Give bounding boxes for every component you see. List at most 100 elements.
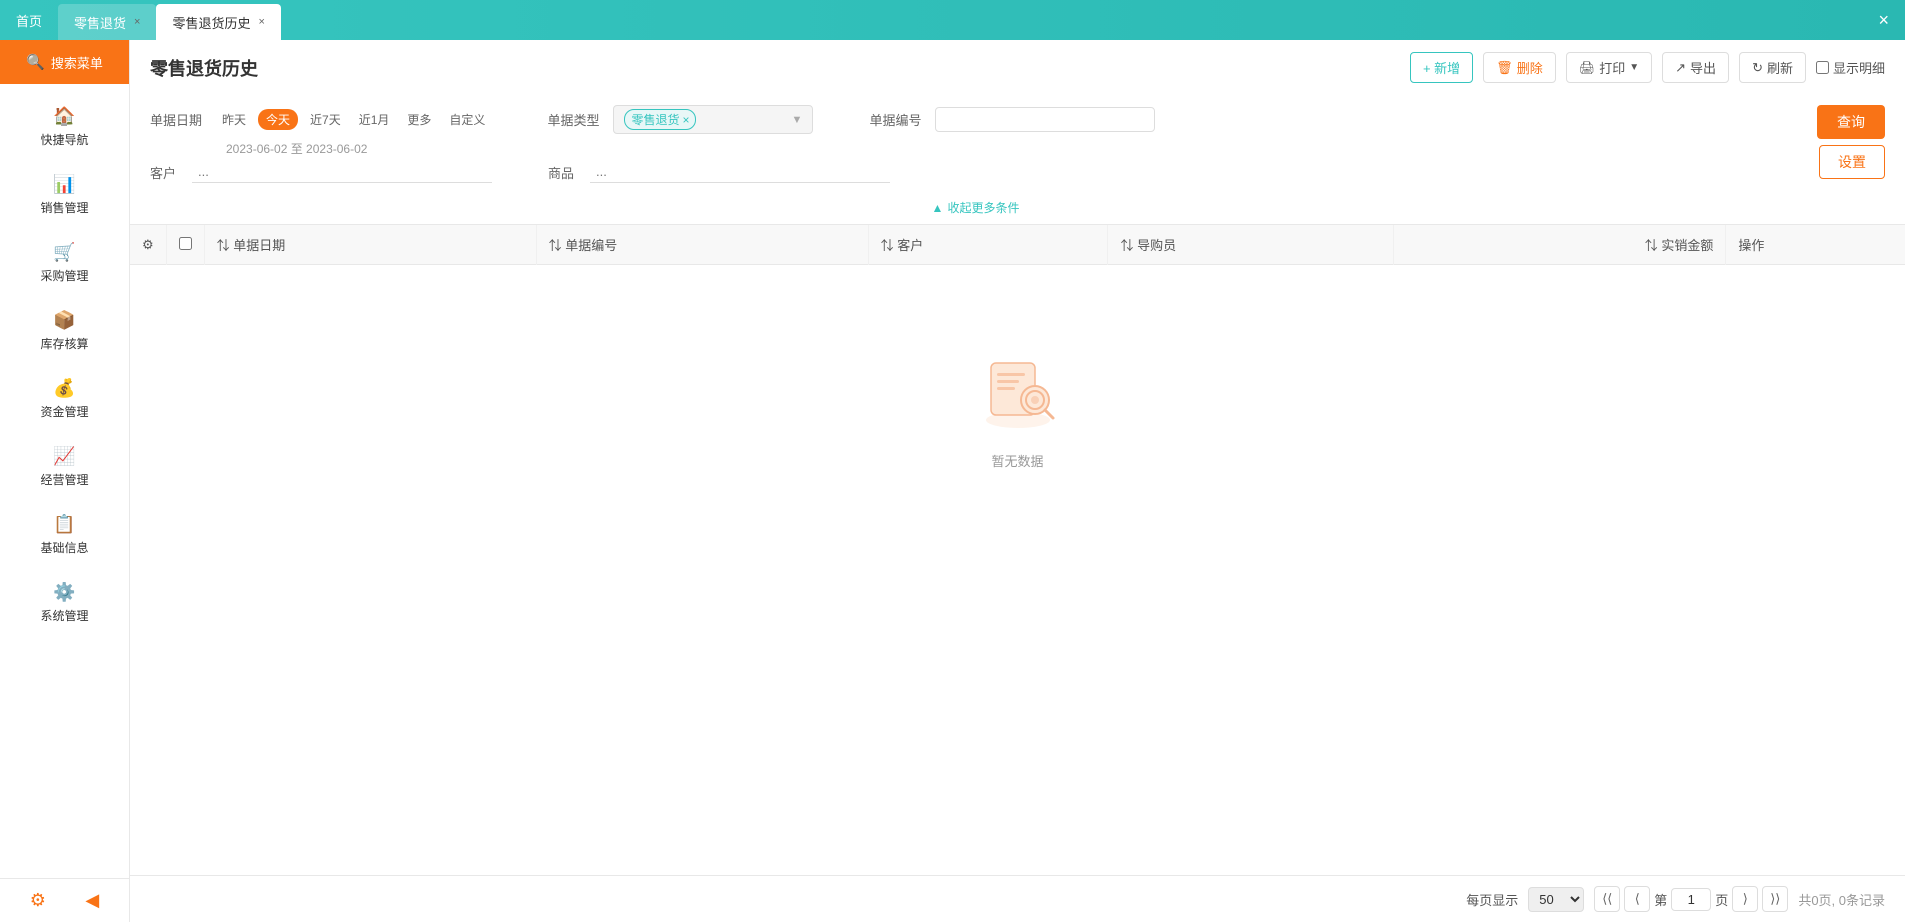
sidebar-search-label: 搜索菜单	[51, 53, 103, 72]
customer-label: 客户	[150, 163, 176, 182]
filter-row-inner: 单据日期 昨天 今天 近7天 近1月 更多 自定义 单据类型	[150, 105, 1885, 224]
delete-icon: 🗑	[1496, 60, 1513, 76]
window-close-button[interactable]: ×	[1862, 10, 1905, 31]
refresh-icon: ↻	[1752, 60, 1763, 76]
tab-retail-return-history[interactable]: 零售退货历史 ×	[156, 4, 280, 40]
print-icon: 🖨	[1579, 60, 1596, 76]
print-button[interactable]: 🖨 打印 ▼	[1566, 52, 1652, 83]
collapse-label: 收起更多条件	[947, 199, 1019, 216]
prev-page-button[interactable]: ⟨	[1624, 886, 1650, 912]
sidebar-item-basic-info[interactable]: 📋 基础信息	[6, 502, 123, 568]
show-detail-checkbox[interactable]	[1816, 61, 1829, 74]
show-detail-label: 显示明细	[1833, 58, 1885, 77]
settings-icon[interactable]: ⚙	[30, 890, 46, 911]
select-all-checkbox[interactable]	[179, 237, 192, 250]
export-icon: ↗	[1675, 60, 1686, 76]
main-layout: 🔍 搜索菜单 🏠 快捷导航 📊 销售管理 🛒 采购管理 📦 库存核算 💰	[0, 40, 1905, 922]
voucher-no-label: 单据编号	[869, 110, 929, 129]
data-table: ⚙ ⇅ 单据日期 ⇅ 单据编号	[130, 225, 1905, 550]
content-area: 零售退货历史 + 新增 🗑 删除 🖨 打印 ▼ ↗ 导出	[130, 40, 1905, 922]
th-actions: 操作	[1726, 225, 1905, 265]
inventory-icon: 📦	[53, 310, 75, 331]
sidebar-item-label: 经营管理	[40, 471, 88, 488]
voucher-type-dropdown-icon: ▼	[792, 114, 803, 126]
new-button[interactable]: + 新增	[1410, 52, 1473, 83]
top-bar: 首页 零售退货 × 零售退货历史 × ×	[0, 0, 1905, 40]
first-page-button[interactable]: ⟨⟨	[1594, 886, 1620, 912]
table-header-row: ⚙ ⇅ 单据日期 ⇅ 单据编号	[130, 225, 1905, 265]
filter-row-2: 客户 商品	[150, 161, 1801, 183]
date-shortcut-7days[interactable]: 近7天	[304, 109, 347, 130]
voucher-no-wrap: 单据编号	[869, 107, 1155, 132]
empty-state-row: 暂无数据	[130, 265, 1905, 551]
sidebar-item-system-mgmt[interactable]: ⚙️ 系统管理	[6, 570, 123, 636]
sidebar-item-purchase-mgmt[interactable]: 🛒 采购管理	[6, 230, 123, 296]
sidebar-item-sales-mgmt[interactable]: 📊 销售管理	[6, 162, 123, 228]
operations-icon: 📈	[53, 446, 75, 467]
filter-fields: 单据日期 昨天 今天 近7天 近1月 更多 自定义 单据类型	[150, 105, 1801, 224]
voucher-no-input[interactable]	[935, 107, 1155, 132]
tab-retail-return-close[interactable]: ×	[134, 16, 140, 28]
filter-area: 单据日期 昨天 今天 近7天 近1月 更多 自定义 单据类型	[150, 95, 1885, 224]
page-nav: ⟨⟨ ⟨ 第 1 页 ⟩ ⟩⟩	[1594, 886, 1788, 912]
sales-icon: 📊	[53, 174, 75, 195]
date-shortcut-custom[interactable]: 自定义	[443, 109, 491, 130]
date-shortcut-more[interactable]: 更多	[401, 109, 437, 130]
voucher-type-select[interactable]: 零售退货 × ▼	[613, 105, 813, 134]
filter-settings-button[interactable]: 设置	[1819, 145, 1885, 179]
per-page-select[interactable]: 10 20 50 100	[1528, 887, 1584, 912]
tab-retail-return[interactable]: 零售退货 ×	[58, 4, 156, 40]
last-page-button[interactable]: ⟩⟩	[1762, 886, 1788, 912]
th-date: ⇅ 单据日期	[204, 225, 536, 265]
delete-button[interactable]: 🗑 删除	[1483, 52, 1556, 83]
show-detail-wrap: 显示明细	[1816, 58, 1885, 77]
refresh-button[interactable]: ↻ 刷新	[1739, 52, 1806, 83]
th-customer: ⇅ 客户	[868, 225, 1108, 265]
voucher-type-label: 单据类型	[547, 110, 607, 129]
date-shortcut-today[interactable]: 今天	[258, 109, 298, 130]
query-button[interactable]: 查询	[1817, 105, 1885, 139]
page-word: 第	[1654, 890, 1667, 909]
pagination-bar: 每页显示 10 20 50 100 ⟨⟨ ⟨ 第 1 页 ⟩ ⟩⟩ 共0页, 0…	[130, 875, 1905, 922]
tab-home[interactable]: 首页	[0, 0, 58, 40]
sidebar-item-inventory[interactable]: 📦 库存核算	[6, 298, 123, 364]
th-settings: ⚙	[130, 225, 166, 265]
basic-info-icon: 📋	[53, 514, 75, 535]
customer-input[interactable]	[192, 161, 492, 183]
empty-text: 暂无数据	[991, 451, 1043, 470]
empty-illustration	[973, 345, 1063, 435]
th-no: ⇅ 单据编号	[536, 225, 868, 265]
page-header: 零售退货历史 + 新增 🗑 删除 🖨 打印 ▼ ↗ 导出	[130, 40, 1905, 225]
tab-retail-return-history-close[interactable]: ×	[258, 16, 264, 28]
goods-input[interactable]	[590, 161, 890, 183]
sidebar-item-operations[interactable]: 📈 经营管理	[6, 434, 123, 500]
collapse-bar[interactable]: ▲ 收起更多条件	[150, 193, 1801, 224]
page-title: 零售退货历史	[150, 55, 258, 81]
page-number-input[interactable]: 1	[1671, 888, 1711, 911]
next-page-button[interactable]: ⟩	[1732, 886, 1758, 912]
voucher-type-tag-remove[interactable]: ×	[682, 113, 689, 127]
sidebar-item-label: 销售管理	[40, 199, 88, 216]
table-body: 暂无数据	[130, 265, 1905, 551]
filter-date-group: 单据日期 昨天 今天 近7天 近1月 更多 自定义	[150, 109, 491, 130]
table-settings-icon[interactable]: ⚙	[142, 237, 154, 252]
sidebar-menu: 🏠 快捷导航 📊 销售管理 🛒 采购管理 📦 库存核算 💰 资金管理 📈	[0, 84, 129, 878]
date-range-text: 2023-06-02 至 2023-06-02	[226, 140, 367, 157]
filter-row-1: 单据日期 昨天 今天 近7天 近1月 更多 自定义 单据类型	[150, 105, 1801, 134]
th-guide: ⇅ 导购员	[1108, 225, 1394, 265]
sidebar-item-finance[interactable]: 💰 资金管理	[6, 366, 123, 432]
export-button[interactable]: ↗ 导出	[1662, 52, 1729, 83]
sidebar-bottom: ⚙ ◀	[0, 878, 129, 922]
finance-icon: 💰	[53, 378, 75, 399]
collapse-sidebar-icon[interactable]: ◀	[85, 890, 99, 911]
sidebar-item-quick-nav[interactable]: 🏠 快捷导航	[6, 94, 123, 160]
sidebar-item-label: 系统管理	[40, 607, 88, 624]
sidebar-search[interactable]: 🔍 搜索菜单	[0, 40, 129, 84]
date-shortcut-1month[interactable]: 近1月	[353, 109, 396, 130]
date-label: 单据日期	[150, 110, 210, 129]
sidebar-item-label: 快捷导航	[40, 131, 88, 148]
sidebar-item-label: 资金管理	[40, 403, 88, 420]
toolbar: + 新增 🗑 删除 🖨 打印 ▼ ↗ 导出 ↻	[1410, 52, 1885, 83]
print-dropdown-icon: ▼	[1629, 62, 1639, 73]
date-shortcut-yesterday[interactable]: 昨天	[216, 109, 252, 130]
